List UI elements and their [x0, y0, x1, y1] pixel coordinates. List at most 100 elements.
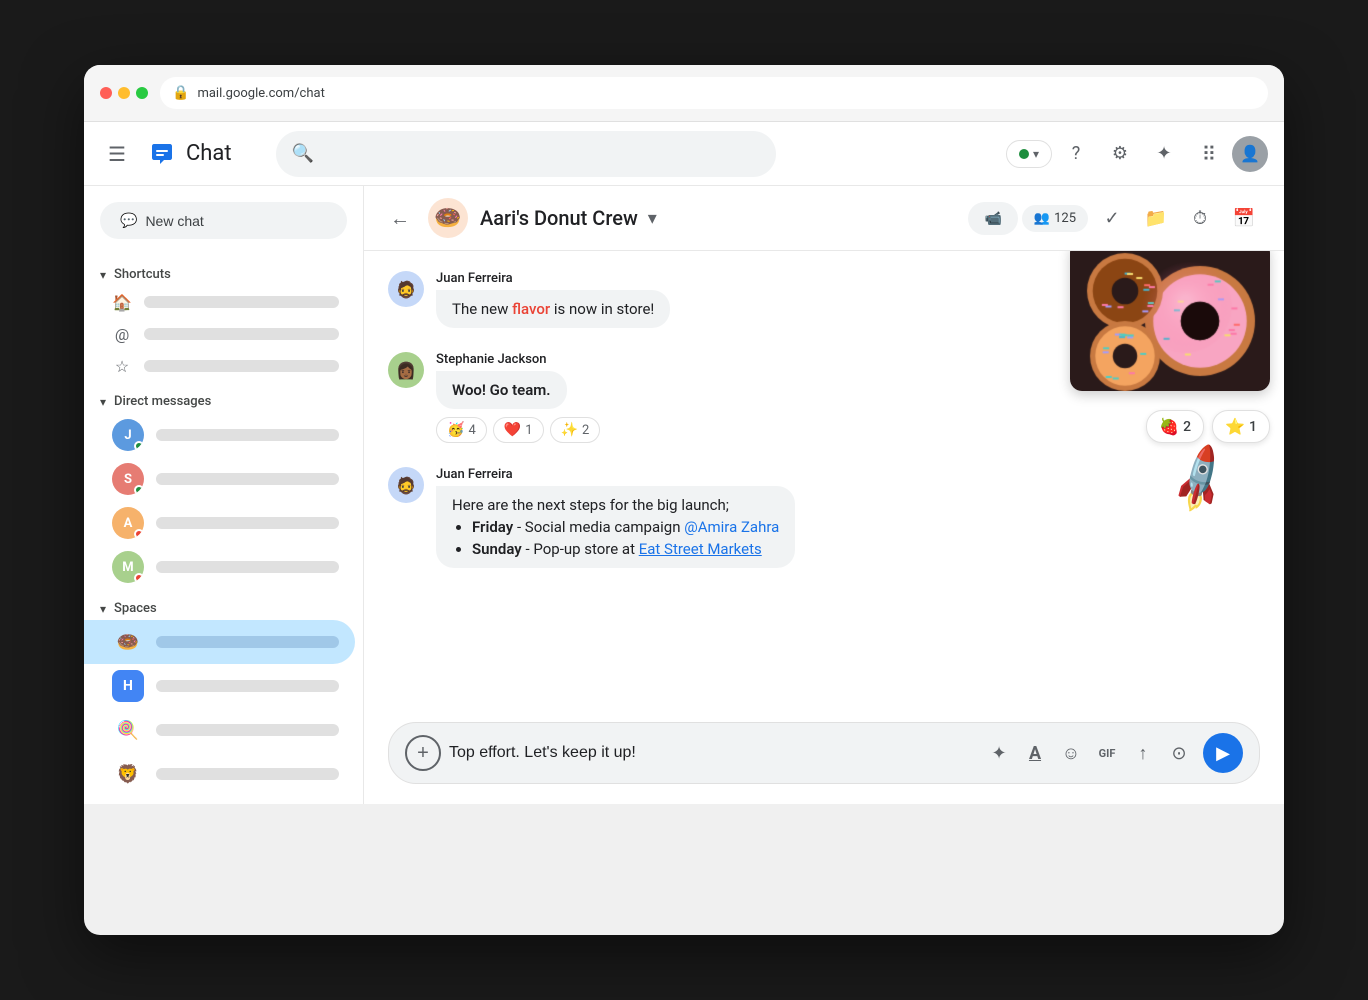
sidebar-item-space-candy[interactable]: 🍭 [84, 708, 355, 752]
dm-avatar-3: A [112, 507, 144, 539]
new-chat-button[interactable]: 💬 New chat [100, 202, 347, 239]
spark-input-icon: ✦ [991, 743, 1006, 764]
maximize-dot[interactable] [136, 87, 148, 99]
message-highlight-1: flavor [512, 300, 550, 318]
sidebar-item-dm-3[interactable]: A [84, 501, 355, 545]
message-content-3: Juan Ferreira Here are the next steps fo… [436, 467, 1260, 568]
close-dot[interactable] [100, 87, 112, 99]
chat-dropdown-icon[interactable]: ▾ [648, 208, 657, 229]
notif-badge-4 [134, 573, 144, 583]
message-text-2: Woo! Go team. [452, 381, 551, 399]
format-button[interactable]: A [1019, 737, 1051, 769]
search-input[interactable] [322, 145, 760, 163]
input-actions: ✦ A ☺ GIF ↑ [983, 737, 1195, 769]
spark-input-button[interactable]: ✦ [983, 737, 1015, 769]
message-intro-3: Here are the next steps for the big laun… [452, 496, 729, 514]
mentions-icon: @ [112, 324, 132, 344]
sidebar-item-space-donut[interactable]: 🍩 [84, 620, 355, 664]
notif-badge-3 [134, 529, 144, 539]
emoji-icon: ☺ [1062, 743, 1080, 764]
chat-header: ← 🍩 Aari's Donut Crew ▾ 📹 👥 125 ✓ [364, 186, 1284, 251]
status-indicator[interactable]: ▾ [1006, 140, 1052, 168]
spaces-label: Spaces [114, 601, 157, 616]
eat-street-link[interactable]: Eat Street Markets [639, 540, 762, 558]
files-icon: 📁 [1145, 208, 1167, 229]
upload-button[interactable]: ↑ [1127, 737, 1159, 769]
video-call-button[interactable]: 📹 [968, 202, 1017, 235]
message-bubble-1: The new flavor is now in store! [436, 290, 670, 328]
address-lock-icon: 🔒 [172, 85, 189, 101]
sidebar-item-dm-2[interactable]: S [84, 457, 355, 501]
message-sender-3: Juan Ferreira [436, 467, 1260, 482]
more-icon: ⊙ [1171, 743, 1186, 764]
members-button[interactable]: 👥 125 [1022, 205, 1088, 232]
chat-header-actions: 📹 👥 125 ✓ 📁 ⏱ [968, 198, 1264, 238]
direct-messages-section-header[interactable]: ▾ Direct messages [84, 390, 363, 413]
tasks-button[interactable]: ✓ [1092, 198, 1132, 238]
add-icon: + [417, 742, 429, 765]
sunday-bold: Sunday [472, 540, 522, 558]
message-input[interactable] [449, 744, 975, 762]
search-bar[interactable]: 🔍 [276, 131, 776, 177]
send-button[interactable]: ▶ [1203, 733, 1243, 773]
shortcuts-chevron-icon: ▾ [100, 268, 106, 282]
sidebar-item-starred[interactable]: ☆ [84, 350, 355, 382]
sunday-text: - Pop-up store at [525, 540, 638, 558]
sidebar: 💬 New chat ▾ Shortcuts 🏠 @ ☆ [84, 186, 364, 804]
spaces-section-header[interactable]: ▾ Spaces [84, 597, 363, 620]
settings-icon: ⚙ [1112, 143, 1128, 164]
reactions-2: 🥳 4 ❤️ 1 ✨ 2 [436, 417, 1260, 443]
apps-icon: ⠿ [1202, 142, 1215, 166]
sidebar-item-space-lion[interactable]: 🦁 [84, 752, 355, 796]
spark-button[interactable]: ✦ [1144, 134, 1184, 174]
spark-icon: ✦ [1156, 143, 1171, 164]
reaction-count-star: 1 [1249, 419, 1257, 435]
message-text-1b: is now in store! [554, 300, 654, 318]
sidebar-item-home[interactable]: 🏠 [84, 286, 355, 318]
space-label-candy [156, 724, 339, 736]
gif-button[interactable]: GIF [1091, 737, 1123, 769]
reaction-strawberry[interactable]: 🍓 2 [1146, 410, 1204, 443]
message-group-3: 🧔 Juan Ferreira Here are the next steps … [388, 467, 1260, 568]
party-emoji: 🥳 [447, 422, 464, 438]
online-badge-2 [134, 485, 144, 495]
dm-label-1 [156, 429, 339, 441]
user-avatar[interactable]: 👤 [1232, 136, 1268, 172]
reminders-button[interactable]: ⏱ [1180, 198, 1220, 238]
reaction-heart[interactable]: ❤️ 1 [493, 417, 544, 443]
more-options-button[interactable]: ⊙ [1163, 737, 1195, 769]
sidebar-item-dm-1[interactable]: J [84, 413, 355, 457]
gif-icon: GIF [1099, 747, 1116, 760]
tasks-icon: ✓ [1104, 208, 1119, 229]
input-area: + ✦ A ☺ GIF [364, 706, 1284, 804]
shortcuts-section-header[interactable]: ▾ Shortcuts [84, 263, 363, 286]
dm-label-4 [156, 561, 339, 573]
message-list-3: Friday - Social media campaign @Amira Za… [452, 518, 779, 558]
help-button[interactable]: ? [1056, 134, 1096, 174]
calendar-button[interactable]: 📅 [1224, 198, 1264, 238]
apps-button[interactable]: ⠿ [1188, 134, 1228, 174]
reminders-icon: ⏱ [1193, 208, 1207, 229]
message-group-2: 👩🏾 Stephanie Jackson Woo! Go team. 🥳 4 [388, 352, 1260, 443]
reaction-sparkle[interactable]: ✨ 2 [550, 417, 601, 443]
strawberry-emoji: 🍓 [1159, 417, 1179, 436]
avatar-icon: 👤 [1240, 144, 1260, 163]
settings-button[interactable]: ⚙ [1100, 134, 1140, 174]
minimize-dot[interactable] [118, 87, 130, 99]
back-button[interactable]: ← [384, 200, 416, 237]
home-icon: 🏠 [112, 292, 132, 312]
sidebar-item-space-h[interactable]: H [84, 664, 355, 708]
files-button[interactable]: 📁 [1136, 198, 1176, 238]
sidebar-item-mentions[interactable]: @ [84, 318, 355, 350]
address-bar[interactable]: 🔒 mail.google.com/chat [160, 77, 1268, 109]
reaction-star[interactable]: ⭐ 1 [1212, 410, 1270, 443]
dm-label-3 [156, 517, 339, 529]
status-dot [1019, 149, 1029, 159]
menu-button[interactable]: ☰ [100, 134, 134, 174]
emoji-button[interactable]: ☺ [1055, 737, 1087, 769]
reaction-party[interactable]: 🥳 4 [436, 417, 487, 443]
amira-mention[interactable]: @Amira Zahra [684, 518, 779, 536]
message-avatar-1: 🧔 [388, 271, 424, 307]
add-attachment-button[interactable]: + [405, 735, 441, 771]
sidebar-item-dm-4[interactable]: M [84, 545, 355, 589]
